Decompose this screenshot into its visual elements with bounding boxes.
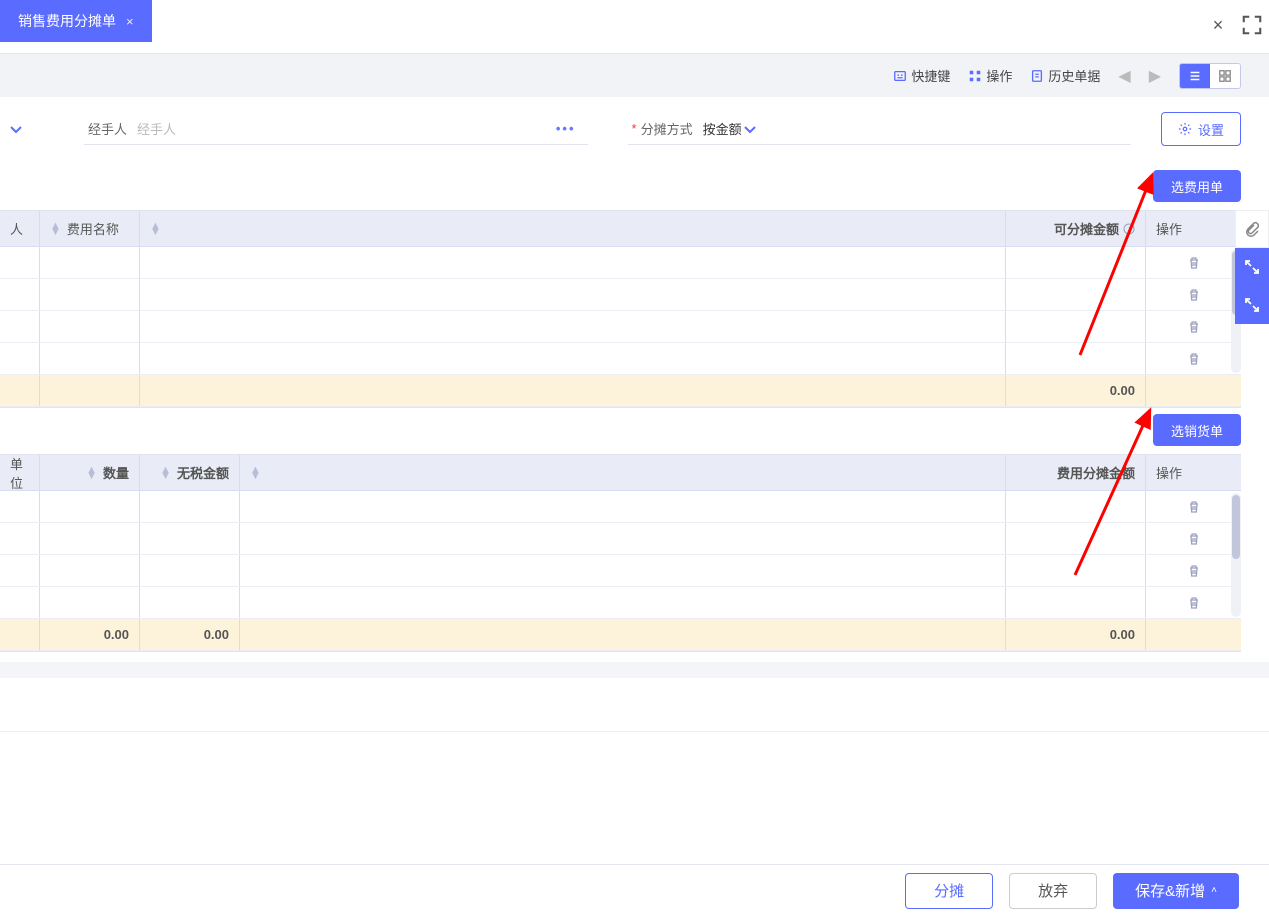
sales-tbody: 0.000.000.00: [0, 491, 1241, 651]
discard-button[interactable]: 放弃: [1009, 873, 1097, 909]
table-row[interactable]: [0, 343, 1241, 375]
expand-in-icon[interactable]: [1235, 286, 1269, 324]
tab-active[interactable]: 销售费用分摊单 ×: [0, 0, 152, 42]
shortcut-label: 快捷键: [911, 66, 950, 85]
tab-close-icon[interactable]: ×: [126, 14, 134, 29]
settings-button[interactable]: 设置: [1161, 112, 1241, 146]
footer: 分摊 放弃 保存&新增 ˄: [0, 864, 1269, 916]
info-icon[interactable]: [1119, 223, 1135, 235]
prev-icon[interactable]: ◀: [1118, 66, 1130, 86]
table-row[interactable]: [0, 523, 1241, 555]
table-row[interactable]: [0, 279, 1241, 311]
table-row[interactable]: [0, 247, 1241, 279]
view-list-button[interactable]: [1180, 64, 1210, 88]
chevron-up-icon: ˄: [1211, 885, 1217, 896]
sum-row: 0.000.000.00: [0, 619, 1241, 651]
col-qty[interactable]: ▲▼数量: [40, 455, 140, 490]
notes-area[interactable]: [0, 678, 1269, 732]
table-row[interactable]: [0, 555, 1241, 587]
operate-link[interactable]: 操作: [968, 66, 1012, 85]
col-empty2[interactable]: ▲▼: [240, 455, 1006, 490]
save-new-button[interactable]: 保存&新增 ˄: [1113, 873, 1239, 909]
col-expense-name[interactable]: ▲▼费用名称: [40, 211, 140, 246]
tab-title: 销售费用分摊单: [18, 11, 116, 31]
expense-tbody: 0.00: [0, 247, 1241, 407]
agent-field[interactable]: 经手人 经手人 •••: [84, 113, 588, 145]
delete-icon[interactable]: [1187, 352, 1201, 366]
table-row[interactable]: [0, 491, 1241, 523]
history-link[interactable]: 历史单据: [1030, 66, 1100, 85]
expense-table: 人 ▲▼费用名称 ▲▼ 可分摊金额 操作 0.00: [0, 210, 1241, 408]
sales-table: 单位 ▲▼数量 ▲▼无税金额 ▲▼ 费用分摊金额 操作 0.000.000.00: [0, 454, 1241, 652]
col-op2: 操作: [1146, 455, 1241, 490]
delete-icon[interactable]: [1187, 288, 1201, 302]
delete-icon[interactable]: [1187, 596, 1201, 610]
delete-icon[interactable]: [1187, 532, 1201, 546]
col-alloc-amount[interactable]: 费用分摊金额: [1006, 455, 1146, 490]
close-icon[interactable]: ×: [1207, 14, 1229, 36]
method-chevron-icon[interactable]: [742, 121, 758, 137]
agent-input[interactable]: 经手人: [137, 119, 176, 138]
view-grid-button[interactable]: [1210, 64, 1240, 88]
select-sales-button[interactable]: 选销货单: [1153, 414, 1241, 446]
save-new-label: 保存&新增: [1135, 880, 1205, 901]
allocate-button[interactable]: 分摊: [905, 873, 993, 909]
select-expense-button[interactable]: 选费用单: [1153, 170, 1241, 202]
method-label: 分摊方式: [641, 119, 693, 138]
left-chevron-icon[interactable]: [8, 121, 24, 137]
col-allocatable[interactable]: 可分摊金额: [1006, 211, 1146, 246]
operate-label: 操作: [986, 66, 1012, 85]
expense-thead: 人 ▲▼费用名称 ▲▼ 可分摊金额 操作: [0, 211, 1241, 247]
settings-label: 设置: [1198, 120, 1224, 139]
side-float: [1235, 210, 1269, 324]
agent-label: 经手人: [88, 119, 127, 138]
col-person[interactable]: 人: [0, 211, 40, 246]
expand-out-icon[interactable]: [1235, 248, 1269, 286]
sales-thead: 单位 ▲▼数量 ▲▼无税金额 ▲▼ 费用分摊金额 操作: [0, 455, 1241, 491]
method-field[interactable]: * 分摊方式 按金额: [628, 113, 1132, 145]
more-icon[interactable]: •••: [556, 121, 576, 136]
history-label: 历史单据: [1048, 66, 1100, 85]
col-notax[interactable]: ▲▼无税金额: [140, 455, 240, 490]
tab-strip: 销售费用分摊单 × ×: [0, 0, 1269, 54]
attachment-icon[interactable]: [1235, 210, 1269, 248]
required-marker: *: [632, 121, 637, 136]
method-value: 按金额: [703, 119, 742, 138]
delete-icon[interactable]: [1187, 500, 1201, 514]
delete-icon[interactable]: [1187, 320, 1201, 334]
next-icon[interactable]: ▶: [1149, 66, 1161, 86]
view-toggle: [1179, 63, 1241, 89]
col-unit[interactable]: 单位: [0, 455, 40, 490]
delete-icon[interactable]: [1187, 564, 1201, 578]
fullscreen-icon[interactable]: [1241, 14, 1263, 36]
toolbar: 快捷键 操作 历史单据 ◀ ▶: [0, 54, 1269, 98]
section-divider: [0, 662, 1269, 678]
table-row[interactable]: [0, 587, 1241, 619]
form-row: 经手人 经手人 ••• * 分摊方式 按金额 设置: [0, 98, 1269, 164]
scrollbar[interactable]: [1231, 493, 1241, 617]
table-row[interactable]: [0, 311, 1241, 343]
sales-section: 选销货单 单位 ▲▼数量 ▲▼无税金额 ▲▼ 费用分摊金额 操作 0.000.0…: [0, 408, 1269, 652]
sum-row: 0.00: [0, 375, 1241, 407]
col-op: 操作: [1146, 211, 1241, 246]
shortcut-link[interactable]: 快捷键: [893, 66, 950, 85]
col-empty[interactable]: ▲▼: [140, 211, 1006, 246]
expense-section: 选费用单 人 ▲▼费用名称 ▲▼ 可分摊金额 操作 0.00: [0, 164, 1269, 408]
delete-icon[interactable]: [1187, 256, 1201, 270]
